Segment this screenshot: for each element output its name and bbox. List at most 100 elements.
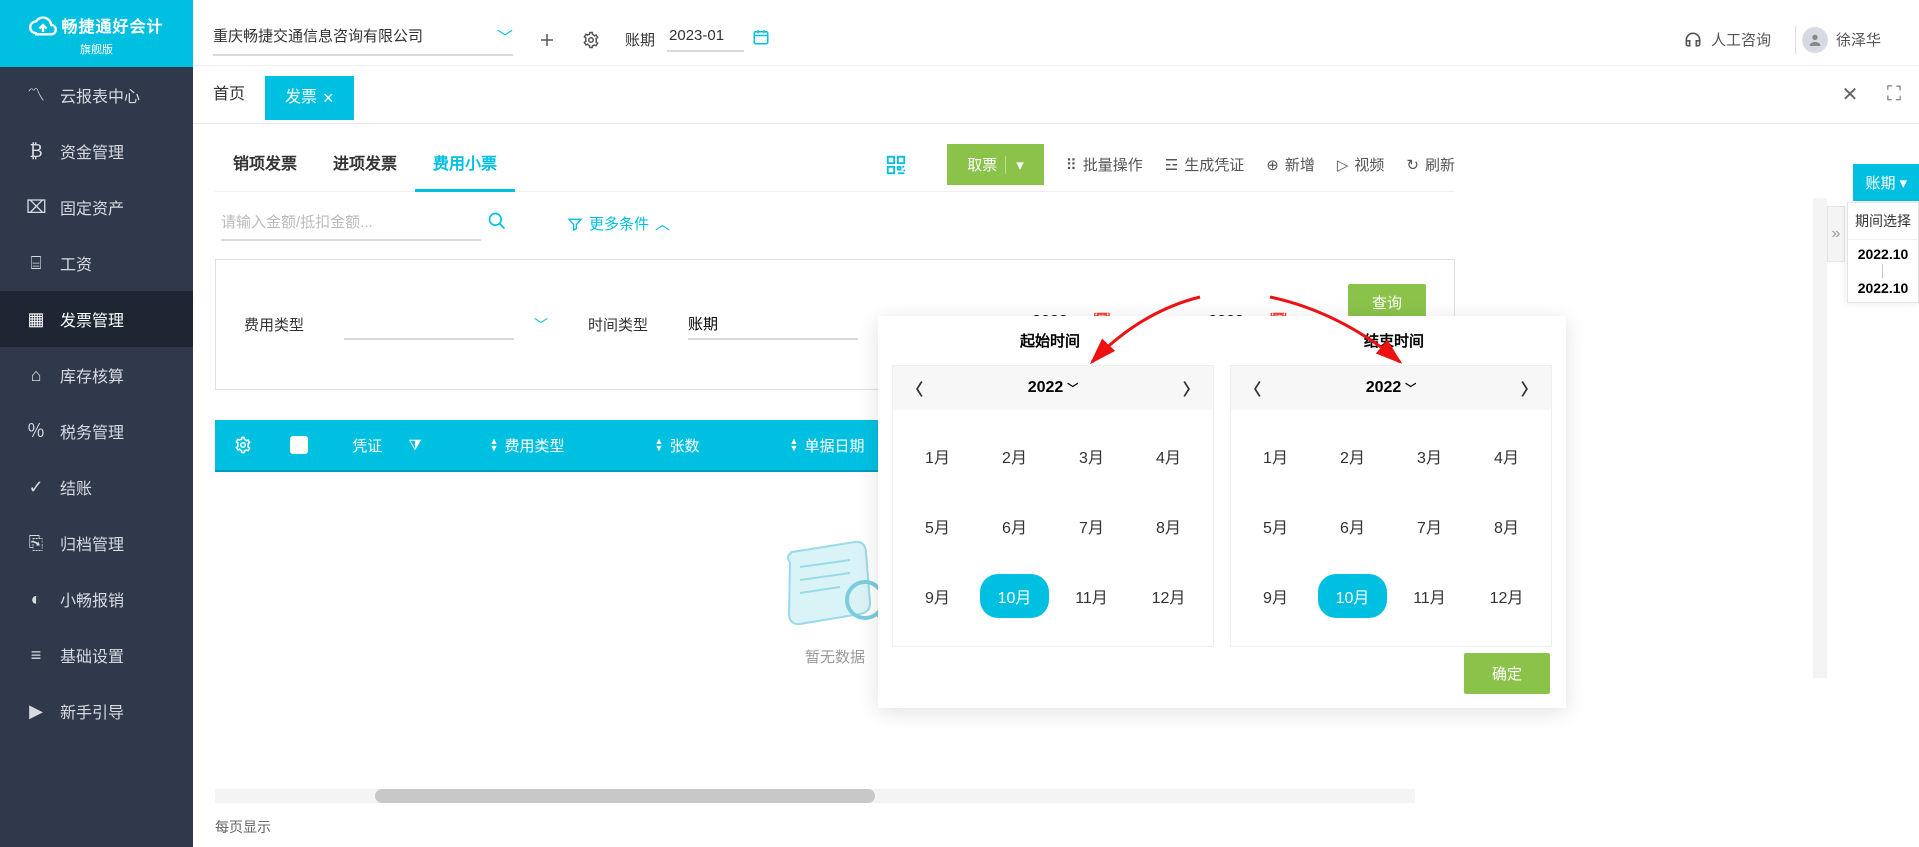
batch-icon: ⠿ [1066,156,1077,174]
sidebar-item-invoice[interactable]: ▦发票管理 [0,291,193,347]
year-select-left[interactable]: 2022﹀ [1028,379,1079,397]
sidebar-item-guide[interactable]: ▶新手引导 [0,683,193,739]
month-5月[interactable]: 5月 [903,504,972,548]
subtab-sales[interactable]: 销项发票 [215,138,315,192]
grid-checkall[interactable] [271,436,327,454]
month-6月[interactable]: 6月 [1318,504,1387,548]
month-10月[interactable]: 10月 [980,574,1049,618]
subtab-expense[interactable]: 费用小票 [415,138,515,192]
prev-year-button[interactable]: 〈 [907,376,923,400]
filter-icon [567,216,583,232]
sort-icon: ▲▼ [655,438,664,452]
app-name: 畅捷通好会计 [61,13,163,37]
month-9月[interactable]: 9月 [903,574,972,618]
checkbox-icon [290,436,308,454]
month-1月[interactable]: 1月 [1241,434,1310,478]
month-6月[interactable]: 6月 [980,504,1049,548]
user-menu[interactable]: 徐泽华 [1802,27,1881,53]
sidebar-item-assets[interactable]: ⌧固定资产 [0,179,193,235]
confirm-button[interactable]: 确定 [1464,653,1550,694]
fetch-button[interactable]: 取票▾ [947,144,1044,185]
sidebar-item-expense[interactable]: ◐小畅报销 [0,571,193,627]
col-cert[interactable]: 凭证⧩ [327,435,447,456]
month-12月[interactable]: 12月 [1472,574,1541,618]
month-7月[interactable]: 7月 [1057,504,1126,548]
sidebar-item-funds[interactable]: ₿资金管理 [0,123,193,179]
timetype-select[interactable] [688,309,858,340]
settings-icon: ≡ [26,645,46,665]
month-11月[interactable]: 11月 [1395,574,1464,618]
month-1月[interactable]: 1月 [903,434,972,478]
search-input[interactable] [221,206,481,241]
start-time-title: 起始时间 [878,316,1222,365]
tax-icon: ％ [26,421,46,441]
month-7月[interactable]: 7月 [1395,504,1464,548]
next-year-button[interactable]: 〉 [1521,376,1537,400]
period-label: 账期 [625,29,655,50]
month-grid-left: 1月2月3月4月 5月6月7月8月 9月10月11月12月 [893,410,1213,646]
month-10月[interactable]: 10月 [1318,574,1387,618]
add-button[interactable] [537,30,557,50]
grid-settings[interactable] [215,436,271,454]
col-type[interactable]: ▲▼费用类型 [447,435,607,456]
month-2月[interactable]: 2月 [1318,434,1387,478]
add-new-button[interactable]: ⊕新增 [1266,154,1315,175]
company-selector[interactable]: 重庆畅捷交通信息咨询有限公司 ﹀ [213,24,513,56]
sidebar-item-salary[interactable]: ⌸工资 [0,235,193,291]
period-panel: 期间选择 2022.10 │ 2022.10 [1847,202,1919,303]
refresh-button[interactable]: ↻刷新 [1406,154,1455,175]
video-button[interactable]: ▷视频 [1337,154,1385,175]
type-select[interactable] [344,309,514,340]
chevron-down-icon[interactable]: ﹀ [534,315,548,335]
tab-home[interactable]: 首页 [193,66,265,124]
gear-button[interactable] [581,30,601,50]
col-count[interactable]: ▲▼张数 [607,435,747,456]
archive-icon: ⎘ [26,533,46,553]
building-icon: ⌧ [26,197,46,217]
month-2月[interactable]: 2月 [980,434,1049,478]
divider [1795,26,1796,54]
scrollbar-thumb[interactable] [375,789,875,803]
tab-invoice[interactable]: 发票 × [265,76,354,120]
vertical-scrollbar[interactable] [1813,198,1827,678]
more-conditions[interactable]: 更多条件 ︿ [567,213,670,234]
consult-button[interactable]: 人工咨询 [1683,29,1771,50]
sidebar-item-closing[interactable]: ✓结账 [0,459,193,515]
play-circle-icon: ▷ [1337,156,1349,174]
month-4月[interactable]: 4月 [1134,434,1203,478]
month-8月[interactable]: 8月 [1134,504,1203,548]
filter-funnel-icon: ⧩ [408,437,421,454]
sidebar-item-tax[interactable]: ％税务管理 [0,403,193,459]
month-3月[interactable]: 3月 [1395,434,1464,478]
month-12月[interactable]: 12月 [1134,574,1203,618]
expand-button[interactable]: ⛶ [1879,80,1909,110]
cloud-upload-icon [29,11,57,39]
close-all-button[interactable]: ✕ [1835,80,1865,110]
subtab-purchase[interactable]: 进项发票 [315,138,415,192]
month-4月[interactable]: 4月 [1472,434,1541,478]
sidebar-item-settings[interactable]: ≡基础设置 [0,627,193,683]
period-toggle[interactable]: 账期▾ [1853,164,1919,201]
qr-icon[interactable] [885,154,907,176]
year-select-right[interactable]: 2022﹀ [1366,379,1417,397]
horizontal-scrollbar[interactable] [215,789,1415,803]
chevron-down-icon: ﹀ [497,24,513,48]
search-icon[interactable] [487,211,507,236]
batch-button[interactable]: ⠿批量操作 [1066,154,1143,175]
month-9月[interactable]: 9月 [1241,574,1310,618]
prev-year-button[interactable]: 〈 [1245,376,1261,400]
month-5月[interactable]: 5月 [1241,504,1310,548]
month-8月[interactable]: 8月 [1472,504,1541,548]
sidebar-item-reports[interactable]: 〽云报表中心 [0,67,193,123]
calendar-icon[interactable] [752,28,770,51]
period-value[interactable]: 2023-01 [667,27,744,52]
month-11月[interactable]: 11月 [1057,574,1126,618]
next-year-button[interactable]: 〉 [1183,376,1199,400]
gen-voucher-button[interactable]: ☲生成凭证 [1165,154,1244,175]
sidebar-item-inventory[interactable]: ⌂库存核算 [0,347,193,403]
sidebar-item-archive[interactable]: ⎘归档管理 [0,515,193,571]
period-to[interactable]: 2022.10 [1848,274,1918,302]
collapse-handle[interactable]: » [1827,206,1845,262]
month-3月[interactable]: 3月 [1057,434,1126,478]
close-icon[interactable]: × [323,76,334,120]
